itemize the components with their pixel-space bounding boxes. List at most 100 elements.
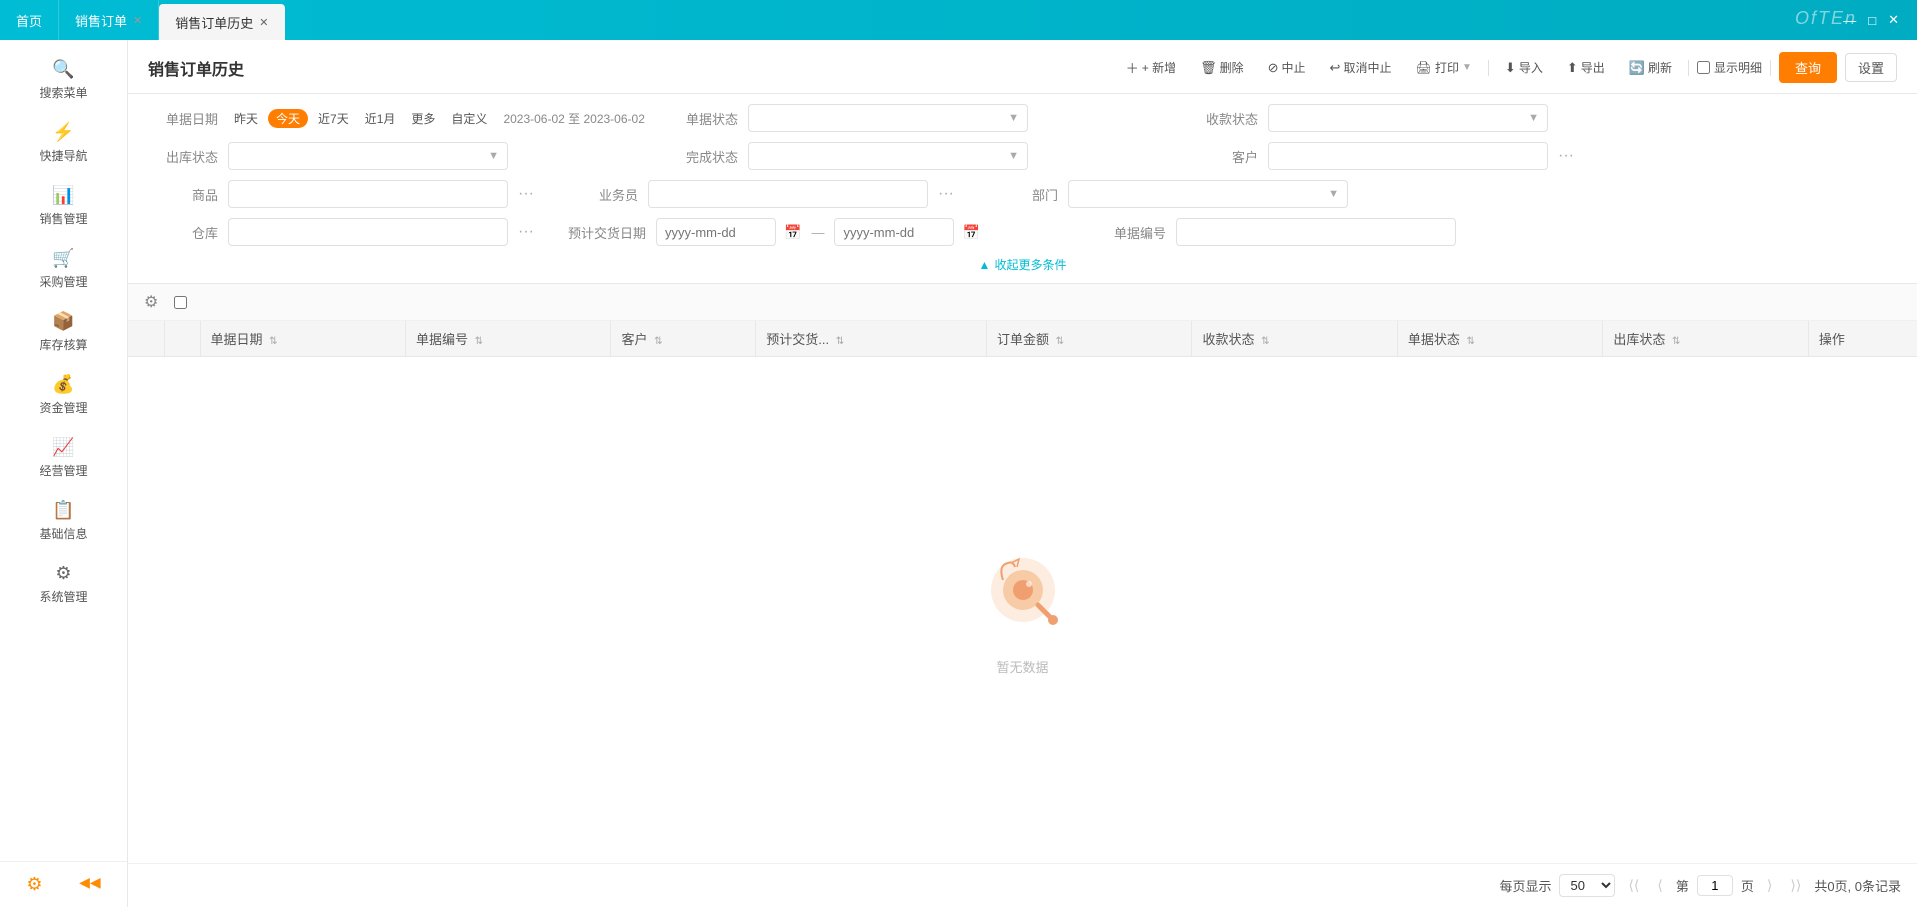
expected-delivery-label: 预计交货日期 [568, 223, 656, 242]
sort-outstock-status: ⇅ [1672, 336, 1680, 347]
goods-dots[interactable]: ··· [514, 185, 538, 203]
page-prev-button[interactable]: ⟨ [1652, 875, 1667, 896]
page-first-button[interactable]: ⟨⟨ [1623, 875, 1644, 896]
new-button[interactable]: ＋ + 新增 [1118, 54, 1184, 81]
shortcut-custom[interactable]: 自定义 [445, 109, 493, 128]
shortcut-yesterday[interactable]: 昨天 [228, 109, 264, 128]
col-outstock-status[interactable]: 出库状态 ⇅ [1603, 321, 1808, 357]
receipt-status-select[interactable]: ▼ [1268, 104, 1548, 132]
outstock-status-arrow: ▼ [488, 150, 499, 162]
sidebar-item-quick-nav-label: 快捷导航 [39, 147, 87, 164]
stop-button[interactable]: ⊘ 中止 [1260, 55, 1314, 80]
calendar-end-icon[interactable]: 📅 [962, 224, 979, 241]
settings-button[interactable]: 设置 [1845, 53, 1897, 82]
outstock-status-control: ▼ [228, 142, 648, 170]
sidebar-item-inventory-label: 库存核算 [39, 336, 87, 353]
expected-delivery-end[interactable] [834, 218, 954, 246]
export-button[interactable]: ⬆ 导出 [1559, 55, 1613, 80]
shortcut-1month[interactable]: 近1月 [359, 109, 402, 128]
delete-button[interactable]: 🗑 删除 [1192, 55, 1252, 80]
shortcut-today[interactable]: 今天 [268, 109, 308, 128]
show-detail-label[interactable]: 显示明细 [1697, 59, 1762, 76]
print-button[interactable]: 🖨 打印 ▼ [1407, 55, 1479, 80]
collapse-button[interactable]: ▲ 收起更多条件 [148, 256, 1897, 273]
tab-sales-order[interactable]: 销售订单 ✕ [59, 0, 159, 40]
col-customer[interactable]: 客户 ⇅ [611, 321, 756, 357]
window-minimize[interactable]: — [1843, 13, 1856, 28]
voucher-status-select[interactable]: ▼ [748, 104, 1028, 132]
date-sep: — [811, 225, 824, 240]
col-expected-delivery[interactable]: 预计交货... ⇅ [756, 321, 987, 357]
sales-mgmt-icon: 📊 [53, 184, 75, 206]
sidebar-item-purchase-mgmt-label: 采购管理 [39, 273, 87, 290]
new-icon: ＋ [1126, 58, 1139, 77]
sort-customer: ⇅ [654, 336, 662, 347]
sidebar-item-sales-mgmt[interactable]: 📊 销售管理 [0, 174, 127, 237]
sort-expected-delivery: ⇅ [836, 336, 844, 347]
expected-delivery-start[interactable] [656, 218, 776, 246]
dept-arrow: ▼ [1328, 188, 1339, 200]
query-button[interactable]: 查询 [1779, 52, 1837, 83]
dept-select[interactable]: ▼ [1068, 180, 1348, 208]
tab-sales-order-history-close[interactable]: ✕ [259, 16, 268, 29]
voucher-date-label: 单据日期 [148, 109, 228, 128]
sidebar-item-quick-nav[interactable]: ⚡ 快捷导航 [0, 111, 127, 174]
select-all-checkbox[interactable] [174, 296, 187, 309]
table-toolbar: ⚙ [128, 284, 1917, 321]
warehouse-dots[interactable]: ··· [514, 223, 538, 241]
page-size-label: 每页显示 [1499, 876, 1551, 895]
col-voucher-status[interactable]: 单据状态 ⇅ [1397, 321, 1602, 357]
shortcut-more[interactable]: 更多 [405, 109, 441, 128]
salesperson-select[interactable] [648, 180, 928, 208]
import-button[interactable]: ⬇ 导入 [1497, 55, 1551, 80]
col-operations: 操作 [1808, 321, 1917, 357]
page-last-button[interactable]: ⟩⟩ [1785, 875, 1806, 896]
receipt-status-control: ▼ [1268, 104, 1688, 132]
tab-sales-order-close[interactable]: ✕ [133, 14, 142, 27]
customer-select[interactable] [1268, 142, 1548, 170]
outstock-status-select[interactable]: ▼ [228, 142, 508, 170]
salesperson-dots[interactable]: ··· [934, 185, 958, 203]
sidebar-item-purchase-mgmt[interactable]: 🛒 采购管理 [0, 237, 127, 300]
page-next-button[interactable]: ⟩ [1762, 875, 1777, 896]
table-settings-icon[interactable]: ⚙ [144, 292, 158, 312]
page-size-select[interactable]: 50 10 20 100 [1559, 874, 1615, 897]
sidebar-item-inventory[interactable]: 📦 库存核算 [0, 300, 127, 363]
print-icon: 🖨 [1415, 60, 1432, 76]
sidebar-item-finance[interactable]: 💰 资金管理 [0, 363, 127, 426]
col-voucher-no[interactable]: 单据编号 ⇅ [405, 321, 610, 357]
col-receipt-status[interactable]: 收款状态 ⇅ [1192, 321, 1397, 357]
tab-sales-order-history-label: 销售订单历史 [175, 13, 253, 32]
customer-dots[interactable]: ··· [1554, 147, 1578, 165]
window-close[interactable]: ✕ [1888, 12, 1899, 28]
page-title-row: 销售订单历史 ＋ + 新增 🗑 删除 ⊘ 中止 ↩ [148, 52, 1897, 83]
page-title: 销售订单历史 [148, 56, 244, 80]
calendar-start-icon[interactable]: 📅 [784, 224, 801, 241]
cancel-stop-button[interactable]: ↩ 取消中止 [1322, 55, 1400, 80]
sidebar-item-search-menu[interactable]: 🔍 搜索菜单 [0, 48, 127, 111]
tab-home[interactable]: + 新增 首页 [0, 0, 59, 40]
sidebar-item-sys-mgmt[interactable]: ⚙ 系统管理 [0, 552, 127, 615]
shortcut-7days[interactable]: 近7天 [312, 109, 355, 128]
show-detail-checkbox[interactable] [1697, 61, 1710, 74]
tab-sales-order-history[interactable]: 销售订单历史 ✕ [159, 4, 285, 40]
complete-status-select[interactable]: ▼ [748, 142, 1028, 170]
goods-select[interactable] [228, 180, 508, 208]
sidebar-item-base-info[interactable]: 📋 基础信息 [0, 489, 127, 552]
warehouse-select[interactable] [228, 218, 508, 246]
window-maximize[interactable]: □ [1868, 13, 1876, 28]
pagination: 每页显示 50 10 20 100 ⟨⟨ ⟨ 第 页 ⟩ ⟩⟩ 共0页, 0条记… [128, 863, 1917, 907]
sidebar-item-sales-mgmt-label: 销售管理 [39, 210, 87, 227]
filter-row-4: 仓库 ··· 预计交货日期 📅 — 📅 单据编号 [148, 218, 1897, 246]
voucher-no-input[interactable] [1176, 218, 1456, 246]
sidebar-item-operations[interactable]: 📈 经营管理 [0, 426, 127, 489]
refresh-button[interactable]: 🔄 刷新 [1621, 55, 1680, 80]
col-voucher-date[interactable]: 单据日期 ⇅ [200, 321, 405, 357]
col-order-amount[interactable]: 订单金额 ⇅ [986, 321, 1191, 357]
sidebar-settings-icon[interactable]: ⚙ [26, 874, 42, 895]
sidebar-item-sys-mgmt-label: 系统管理 [39, 588, 87, 605]
cancel-stop-icon: ↩ [1330, 60, 1341, 76]
page-number-input[interactable] [1697, 875, 1733, 896]
sidebar-collapse-icon[interactable]: ◀◀ [79, 874, 101, 895]
complete-status-arrow: ▼ [1008, 150, 1019, 162]
